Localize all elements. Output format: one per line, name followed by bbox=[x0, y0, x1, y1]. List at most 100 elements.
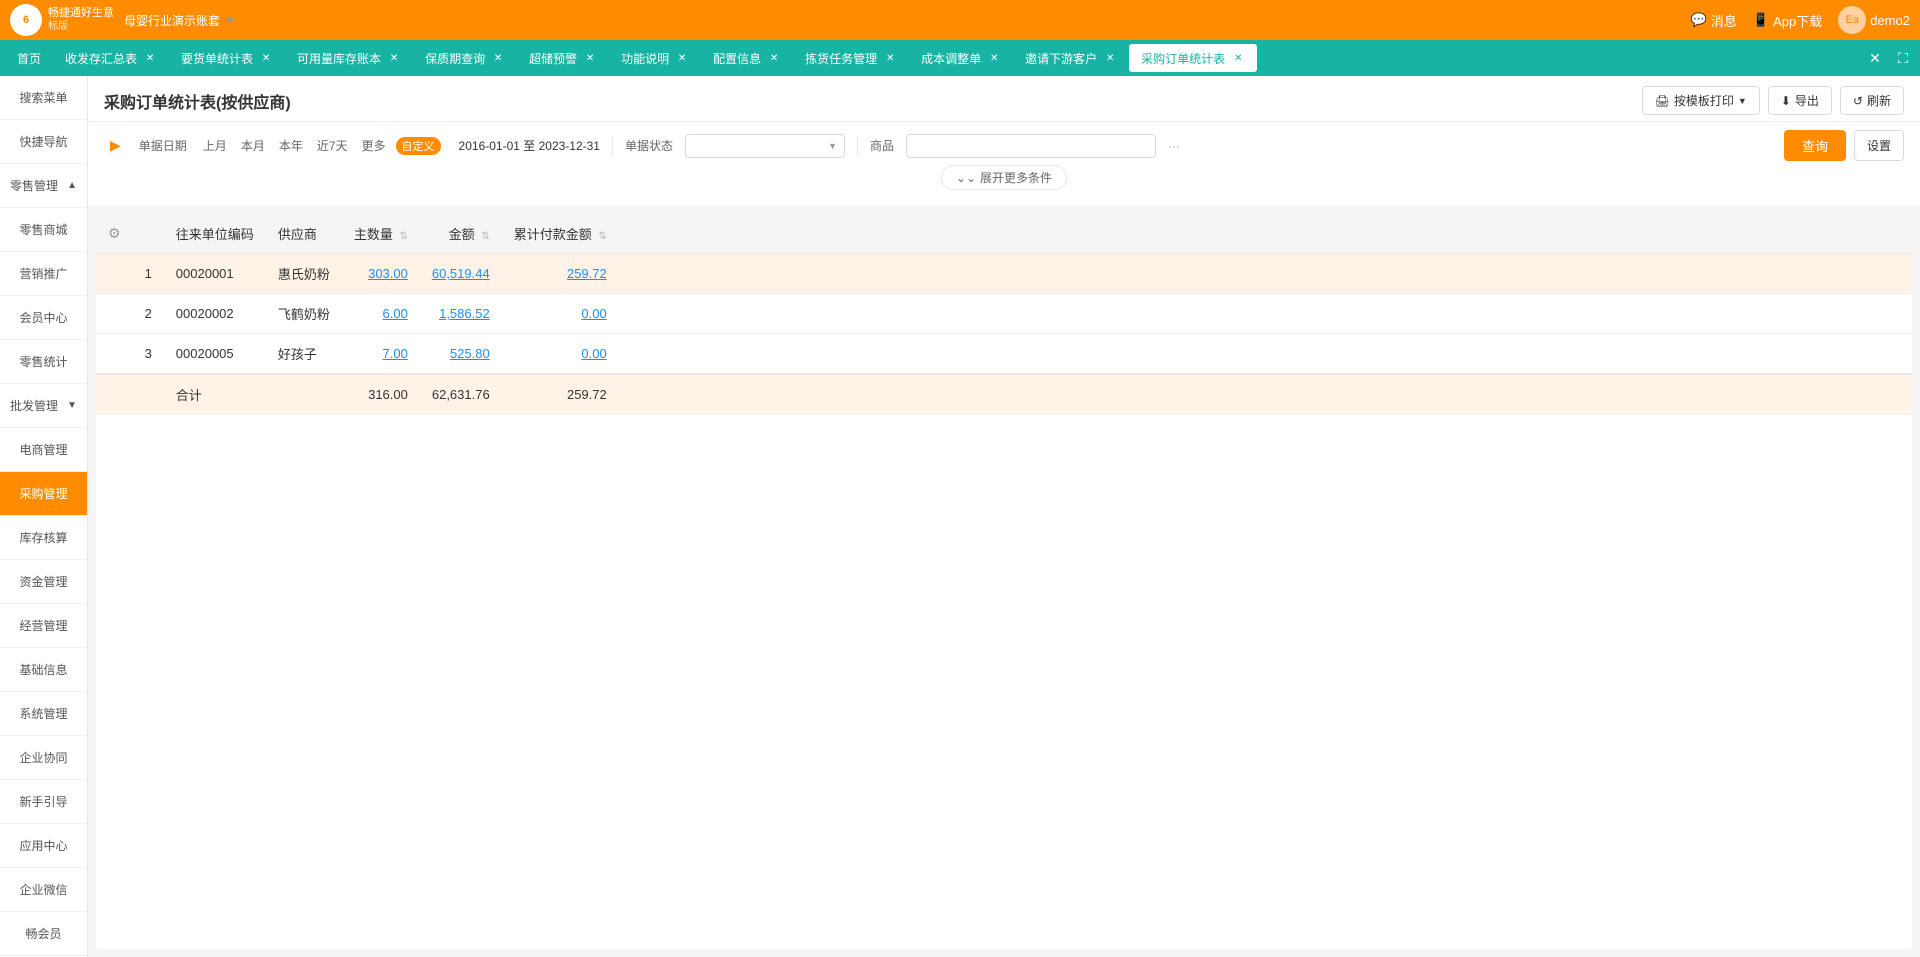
tab-purchase-order-summary[interactable]: 采购订单统计表 ✕ bbox=[1129, 44, 1257, 72]
shortcut-this-month[interactable]: 本月 bbox=[237, 136, 269, 155]
sort-icon-amount: ⇅ bbox=[481, 231, 489, 242]
shortcut-more[interactable]: 更多 bbox=[358, 136, 390, 155]
message-button[interactable]: 💬 消息 bbox=[1691, 11, 1737, 30]
sidebar-item-retail[interactable]: 零售管理 ▲ bbox=[0, 164, 87, 208]
shortcut-7days[interactable]: 近7天 bbox=[313, 136, 352, 155]
tab-close-icon[interactable]: ✕ bbox=[987, 51, 1001, 65]
footer-paid-amount-cell: 259.72 bbox=[502, 374, 619, 415]
row-settings-cell bbox=[96, 254, 133, 294]
tab-close-icon[interactable]: ✕ bbox=[883, 51, 897, 65]
sidebar-item-retail-stats[interactable]: 零售统计 bbox=[0, 340, 87, 384]
tab-collection[interactable]: 收发存汇总表 ✕ bbox=[53, 44, 169, 72]
workspace-selector[interactable]: 母婴行业演示账套 ▼ bbox=[124, 12, 1681, 29]
shortcut-last-month[interactable]: 上月 bbox=[199, 136, 231, 155]
expand-icon: ⌄⌄ bbox=[956, 171, 976, 185]
tab-close-icon[interactable]: ✕ bbox=[387, 51, 401, 65]
col-main-qty: 主数量 ⇅ bbox=[342, 214, 420, 254]
tab-cost-adjust[interactable]: 成本调整单 ✕ bbox=[909, 44, 1013, 72]
footer-settings-cell bbox=[96, 374, 133, 415]
settings-button[interactable]: 设置 bbox=[1854, 130, 1904, 161]
sidebar: 搜索菜单 快捷导航 零售管理 ▲ 零售商城 营销推广 会员中心 零售统计 批发管… bbox=[0, 76, 88, 957]
footer-empty-cell bbox=[619, 374, 1912, 415]
sidebar-item-inventory[interactable]: 库存核算 bbox=[0, 516, 87, 560]
tab-home[interactable]: 首页 bbox=[5, 44, 53, 72]
sidebar-item-marketing[interactable]: 营销推广 bbox=[0, 252, 87, 296]
sidebar-item-basic-info[interactable]: 基础信息 bbox=[0, 648, 87, 692]
expand-more-button[interactable]: ⌄⌄ 展开更多条件 bbox=[941, 165, 1067, 190]
tab-picking-task[interactable]: 拣货任务管理 ✕ bbox=[793, 44, 909, 72]
sidebar-item-app-center[interactable]: 应用中心 bbox=[0, 824, 87, 868]
tab-function-desc[interactable]: 功能说明 ✕ bbox=[609, 44, 701, 72]
row-main-qty-cell: 303.00 bbox=[342, 254, 420, 294]
tab-close-icon[interactable]: ✕ bbox=[767, 51, 781, 65]
row-index-cell: 2 bbox=[133, 294, 164, 334]
avatar: Ea bbox=[1838, 6, 1866, 34]
sidebar-item-search[interactable]: 搜索菜单 bbox=[0, 76, 87, 120]
row-unit-code-cell: 00020001 bbox=[164, 254, 266, 294]
tab-close-icon[interactable]: ✕ bbox=[143, 51, 157, 65]
sidebar-item-retail-mall[interactable]: 零售商城 bbox=[0, 208, 87, 252]
goods-search-more-icon[interactable]: ··· bbox=[1168, 139, 1180, 153]
tab-overstock-warning[interactable]: 超储预警 ✕ bbox=[517, 44, 609, 72]
tab-close-icon[interactable]: ✕ bbox=[259, 51, 273, 65]
page-header-line: 采购订单统计表(按供应商) 🖨 按模板打印 ▼ ⬇ 导出 ↺ 刷新 bbox=[88, 76, 1920, 121]
row-empty-cell bbox=[619, 294, 1912, 334]
sidebar-item-wechat[interactable]: 企业微信 bbox=[0, 868, 87, 912]
tab-close-icon[interactable]: ✕ bbox=[1231, 51, 1245, 65]
sidebar-item-wholesale[interactable]: 批发管理 ▼ bbox=[0, 384, 87, 428]
workspace-dropdown-icon: ▼ bbox=[224, 13, 236, 27]
custom-date-badge[interactable]: 自定义 bbox=[396, 137, 441, 155]
app-download-button[interactable]: 📱 App下载 bbox=[1753, 11, 1822, 30]
sidebar-item-quick-nav[interactable]: 快捷导航 bbox=[0, 120, 87, 164]
refresh-button[interactable]: ↺ 刷新 bbox=[1840, 86, 1904, 115]
page-title: 采购订单统计表(按供应商) bbox=[104, 89, 291, 113]
sidebar-item-system[interactable]: 系统管理 bbox=[0, 692, 87, 736]
sidebar-item-enterprise[interactable]: 企业协同 bbox=[0, 736, 87, 780]
goods-search-input[interactable] bbox=[906, 134, 1156, 158]
footer-amount-cell: 62,631.76 bbox=[420, 374, 502, 415]
close-tab-button[interactable]: ✕ bbox=[1863, 46, 1887, 70]
header-filter-block: 采购订单统计表(按供应商) 🖨 按模板打印 ▼ ⬇ 导出 ↺ 刷新 bbox=[88, 76, 1920, 206]
export-icon: ⬇ bbox=[1781, 94, 1791, 108]
top-right-actions: 💬 消息 📱 App下载 Ea demo2 bbox=[1691, 6, 1910, 34]
query-actions: 查询 设置 bbox=[1784, 130, 1904, 161]
col-supplier: 供应商 bbox=[266, 214, 342, 254]
sidebar-item-operations[interactable]: 经营管理 bbox=[0, 604, 87, 648]
row-amount-cell: 60,519.44 bbox=[420, 254, 502, 294]
tab-close-icon[interactable]: ✕ bbox=[583, 51, 597, 65]
goods-filter-label: 商品 bbox=[870, 137, 894, 154]
main-layout: 搜索菜单 快捷导航 零售管理 ▲ 零售商城 营销推广 会员中心 零售统计 批发管… bbox=[0, 76, 1920, 957]
date-range-display: 2016-01-01 至 2023-12-31 bbox=[459, 137, 600, 154]
maximize-button[interactable]: ⛶ bbox=[1891, 46, 1915, 70]
query-button[interactable]: 查询 bbox=[1784, 130, 1846, 161]
tab-expiry-query[interactable]: 保质期查询 ✕ bbox=[413, 44, 517, 72]
sidebar-item-ecommerce[interactable]: 电商管理 bbox=[0, 428, 87, 472]
tab-close-icon[interactable]: ✕ bbox=[675, 51, 689, 65]
status-select[interactable] bbox=[685, 134, 845, 158]
tab-purchase-summary[interactable]: 要货单统计表 ✕ bbox=[169, 44, 285, 72]
tab-config-info[interactable]: 配置信息 ✕ bbox=[701, 44, 793, 72]
tab-close-icon[interactable]: ✕ bbox=[1103, 51, 1117, 65]
tab-invite-downstream[interactable]: 邀请下游客户 ✕ bbox=[1013, 44, 1129, 72]
logo-text: 畅捷通好生意 标版 bbox=[48, 7, 114, 32]
sidebar-item-member[interactable]: 会员中心 bbox=[0, 296, 87, 340]
date-shortcuts: 上月 本月 本年 近7天 更多 自定义 bbox=[199, 136, 441, 155]
logo-area: 6 畅捷通好生意 标版 bbox=[10, 4, 114, 36]
export-button[interactable]: ⬇ 导出 bbox=[1768, 86, 1832, 115]
shortcut-this-year[interactable]: 本年 bbox=[275, 136, 307, 155]
row-settings-cell bbox=[96, 334, 133, 375]
sidebar-item-purchase[interactable]: 采购管理 bbox=[0, 472, 87, 516]
tab-close-icon[interactable]: ✕ bbox=[491, 51, 505, 65]
row-amount-cell: 525.80 bbox=[420, 334, 502, 375]
user-menu[interactable]: Ea demo2 bbox=[1838, 6, 1910, 34]
collapse-toggle-button[interactable]: ▶ bbox=[104, 135, 127, 156]
row-paid-amount-cell: 0.00 bbox=[502, 334, 619, 375]
tab-available-stock[interactable]: 可用量库存账本 ✕ bbox=[285, 44, 413, 72]
sidebar-item-member2[interactable]: 畅会员 bbox=[0, 912, 87, 956]
print-button[interactable]: 🖨 按模板打印 ▼ bbox=[1642, 86, 1760, 115]
col-paid-amount: 累计付款金额 ⇅ bbox=[502, 214, 619, 254]
sidebar-item-finance[interactable]: 资金管理 bbox=[0, 560, 87, 604]
chevron-up-icon: ▲ bbox=[67, 180, 77, 191]
sidebar-item-newbie[interactable]: 新手引导 bbox=[0, 780, 87, 824]
column-settings-icon[interactable]: ⚙ bbox=[108, 225, 121, 241]
